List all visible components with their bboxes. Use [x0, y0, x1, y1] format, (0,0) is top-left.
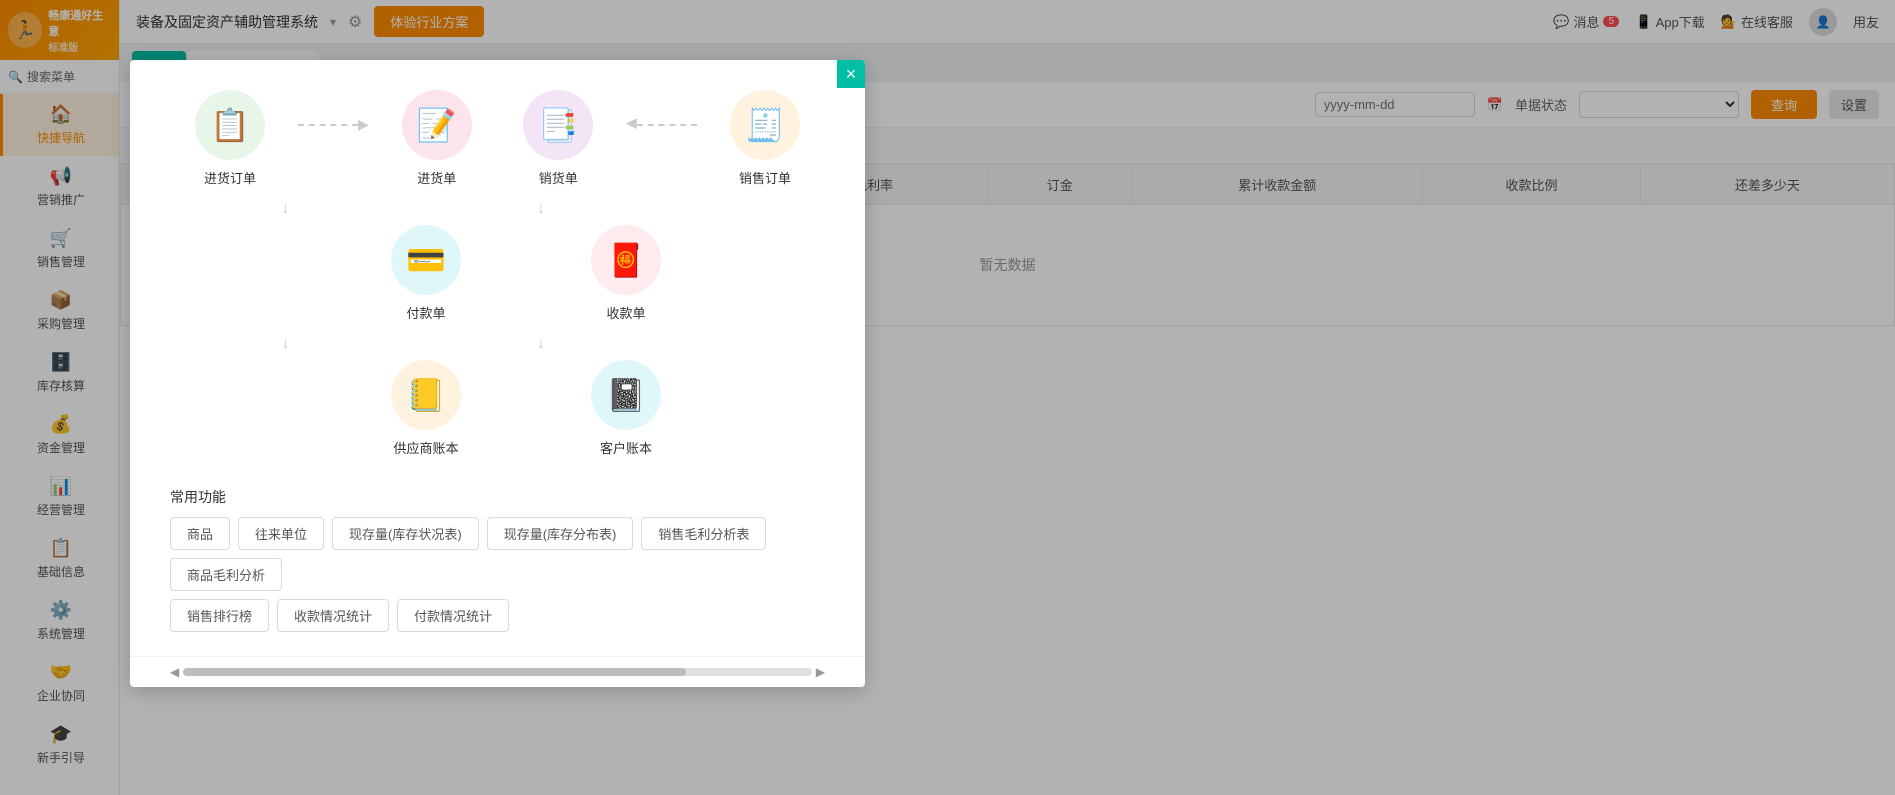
- common-buttons-row2: 销售排行榜 收款情况统计 付款情况统计: [170, 599, 825, 632]
- common-btn-sales-profit[interactable]: 销售毛利分析表: [641, 517, 766, 550]
- flow-node-payment[interactable]: 💳 付款单: [366, 225, 486, 322]
- scroll-right[interactable]: ▶: [816, 665, 825, 679]
- flow-node-purchase-order[interactable]: 📋 进货订单: [170, 90, 290, 187]
- arrow-purchase-order-to-bill: ▶: [290, 116, 377, 161]
- arrow-sales-order-to-bill: ▶: [618, 116, 705, 161]
- common-btn-sales-rank[interactable]: 销售排行榜: [170, 599, 269, 632]
- common-btn-receipt-stats[interactable]: 收款情况统计: [277, 599, 389, 632]
- common-btn-payment-stats[interactable]: 付款情况统计: [397, 599, 509, 632]
- arrow-down-purchase: ↓: [282, 201, 290, 217]
- common-btn-goods[interactable]: 商品: [170, 517, 230, 550]
- scroll-thumb: [183, 668, 686, 676]
- common-buttons-row1: 商品 往来单位 现存量(库存状况表) 现存量(库存分布表) 销售毛利分析表 商品…: [170, 517, 825, 591]
- common-btn-stock-status[interactable]: 现存量(库存状况表): [332, 517, 479, 550]
- common-title: 常用功能: [170, 487, 825, 507]
- scroll-track[interactable]: [183, 668, 812, 676]
- flow-node-supplier-ledger[interactable]: 📒 供应商账本: [366, 360, 486, 457]
- common-functions: 常用功能 商品 往来单位 现存量(库存状况表) 现存量(库存分布表) 销售毛利分…: [130, 487, 865, 656]
- popup-close-button[interactable]: ×: [837, 60, 865, 88]
- flow-node-purchase-bill[interactable]: 📝 进货单: [377, 90, 497, 187]
- flow-node-sales-order[interactable]: 🧾 销售订单: [705, 90, 825, 187]
- arrow-down-sales: ↓: [537, 201, 545, 217]
- common-btn-goods-profit[interactable]: 商品毛利分析: [170, 558, 282, 591]
- flow-node-receipt[interactable]: 🧧 收款单: [566, 225, 686, 322]
- scroll-left[interactable]: ◀: [170, 665, 179, 679]
- common-btn-stock-dist[interactable]: 现存量(库存分布表): [487, 517, 634, 550]
- common-btn-contacts[interactable]: 往来单位: [238, 517, 324, 550]
- popup-scrollbar: ◀ ▶: [130, 656, 865, 687]
- flow-node-customer-ledger[interactable]: 📓 客户账本: [566, 360, 686, 457]
- arrow-down-payment: ↓: [282, 336, 290, 352]
- quick-nav-popup: × 📋 进货订单 ▶ 📝 进货单: [130, 60, 865, 687]
- flow-node-sales-bill[interactable]: 📑 销货单: [498, 90, 618, 187]
- arrow-down-receipt: ↓: [537, 336, 545, 352]
- flow-diagram: 📋 进货订单 ▶ 📝 进货单 📑 销货单: [130, 60, 865, 487]
